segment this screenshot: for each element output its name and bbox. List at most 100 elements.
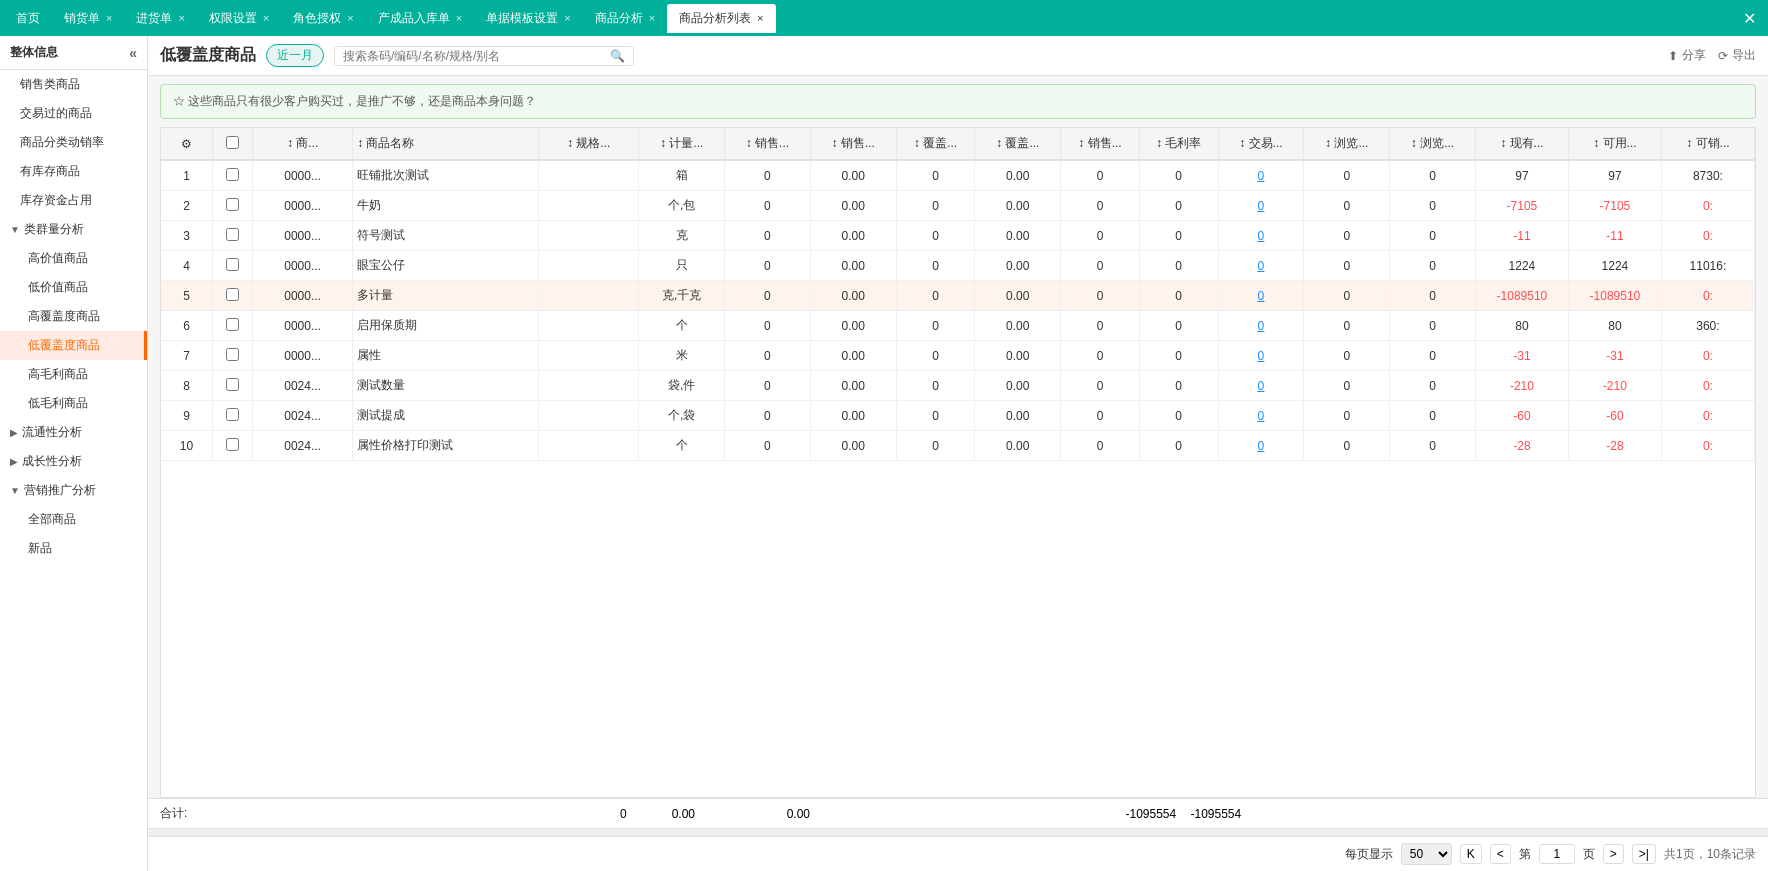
- tab-product-analysis-list-close[interactable]: ×: [757, 12, 763, 24]
- col-header-sales-qty[interactable]: ↕ 销售...: [725, 128, 811, 160]
- row-check[interactable]: [212, 251, 252, 281]
- col-header-sales2[interactable]: ↕ 销售...: [1061, 128, 1140, 160]
- row-check[interactable]: [212, 341, 252, 371]
- col-header-gross[interactable]: ↕ 毛利率: [1139, 128, 1218, 160]
- row-check[interactable]: [212, 160, 252, 191]
- sidebar-item-high-margin[interactable]: 高毛利商品: [0, 360, 147, 389]
- tab-sales-order[interactable]: 销货单 ×: [52, 4, 124, 33]
- tab-finished-goods-close[interactable]: ×: [456, 12, 462, 24]
- tab-template-close[interactable]: ×: [564, 12, 570, 24]
- tab-role-auth[interactable]: 角色授权 ×: [281, 4, 365, 33]
- col-header-trade[interactable]: ↕ 交易...: [1218, 128, 1304, 160]
- tab-permission-close[interactable]: ×: [263, 12, 269, 24]
- col-header-stock1[interactable]: ↕ 现有...: [1475, 128, 1568, 160]
- col-header-cover2[interactable]: ↕ 覆盖...: [975, 128, 1061, 160]
- prev-page-btn[interactable]: <: [1490, 844, 1511, 864]
- sidebar-item-traded-products[interactable]: 交易过的商品: [0, 99, 147, 128]
- export-btn[interactable]: ⟳ 导出: [1718, 47, 1756, 64]
- tab-product-analysis-close[interactable]: ×: [649, 12, 655, 24]
- row-check[interactable]: [212, 221, 252, 251]
- sidebar-item-high-coverage[interactable]: 高覆盖度商品: [0, 302, 147, 331]
- tab-sales-order-close[interactable]: ×: [106, 12, 112, 24]
- tab-role-auth-close[interactable]: ×: [347, 12, 353, 24]
- row-checkbox[interactable]: [226, 198, 239, 211]
- sidebar-item-capital[interactable]: 库存资金占用: [0, 186, 147, 215]
- col-header-unit[interactable]: ↕ 计量...: [639, 128, 725, 160]
- next-page-btn[interactable]: >: [1603, 844, 1624, 864]
- row-trade[interactable]: 0: [1218, 160, 1304, 191]
- first-page-btn[interactable]: K: [1460, 844, 1482, 864]
- page-number-input[interactable]: [1539, 844, 1575, 864]
- row-checkbox[interactable]: [226, 438, 239, 451]
- sidebar-group-marketing[interactable]: ▼ 营销推广分析: [0, 476, 147, 505]
- sidebar-title: 整体信息: [10, 44, 58, 61]
- row-check[interactable]: [212, 281, 252, 311]
- sidebar-collapse-btn[interactable]: «: [129, 45, 137, 61]
- col-header-browse2[interactable]: ↕ 浏览...: [1390, 128, 1476, 160]
- search-input[interactable]: [343, 49, 606, 63]
- sidebar-item-category-rate[interactable]: 商品分类动销率: [0, 128, 147, 157]
- tab-permission[interactable]: 权限设置 ×: [197, 4, 281, 33]
- tab-purchase-order-close[interactable]: ×: [178, 12, 184, 24]
- sidebar-item-low-margin[interactable]: 低毛利商品: [0, 389, 147, 418]
- sidebar-group-growth[interactable]: ▶ 成长性分析: [0, 447, 147, 476]
- sidebar-item-low-value[interactable]: 低价值商品: [0, 273, 147, 302]
- sidebar-item-in-stock[interactable]: 有库存商品: [0, 157, 147, 186]
- row-trade[interactable]: 0: [1218, 221, 1304, 251]
- search-icon[interactable]: 🔍: [610, 49, 625, 63]
- col-header-sellable[interactable]: ↕ 可销...: [1661, 128, 1754, 160]
- row-trade[interactable]: 0: [1218, 251, 1304, 281]
- col-header-settings[interactable]: ⚙: [161, 128, 212, 160]
- sidebar-group-category[interactable]: ▼ 类群量分析: [0, 215, 147, 244]
- tab-finished-goods[interactable]: 产成品入库单 ×: [366, 4, 474, 33]
- row-checkbox[interactable]: [226, 258, 239, 271]
- tab-product-analysis-list[interactable]: 商品分析列表 ×: [667, 4, 775, 33]
- col-header-name[interactable]: ↕ 商品名称: [353, 128, 539, 160]
- row-checkbox[interactable]: [226, 348, 239, 361]
- row-checkbox[interactable]: [226, 288, 239, 301]
- col-header-check[interactable]: [212, 128, 252, 160]
- sidebar-group-flow[interactable]: ▶ 流通性分析: [0, 418, 147, 447]
- row-checkbox[interactable]: [226, 378, 239, 391]
- row-trade[interactable]: 0: [1218, 191, 1304, 221]
- col-header-stock2[interactable]: ↕ 可用...: [1568, 128, 1661, 160]
- sidebar-item-all-products[interactable]: 全部商品: [0, 505, 147, 534]
- tab-product-analysis[interactable]: 商品分析 ×: [583, 4, 667, 33]
- window-close-btn[interactable]: ✕: [1735, 9, 1764, 28]
- tab-home[interactable]: 首页: [4, 4, 52, 33]
- last-page-btn[interactable]: >|: [1632, 844, 1656, 864]
- sidebar-item-new-products[interactable]: 新品: [0, 534, 147, 563]
- col-header-spec[interactable]: ↕ 规格...: [539, 128, 639, 160]
- filter-month-btn[interactable]: 近一月: [266, 44, 324, 67]
- col-header-browse1[interactable]: ↕ 浏览...: [1304, 128, 1390, 160]
- select-all-checkbox[interactable]: [226, 136, 239, 149]
- row-check[interactable]: [212, 371, 252, 401]
- row-check[interactable]: [212, 401, 252, 431]
- row-checkbox[interactable]: [226, 318, 239, 331]
- sidebar-item-sales-products[interactable]: 销售类商品: [0, 70, 147, 99]
- sidebar-item-high-value[interactable]: 高价值商品: [0, 244, 147, 273]
- row-trade[interactable]: 0: [1218, 341, 1304, 371]
- row-sellable: 11016:: [1661, 251, 1754, 281]
- row-checkbox[interactable]: [226, 408, 239, 421]
- row-trade[interactable]: 0: [1218, 371, 1304, 401]
- row-check[interactable]: [212, 431, 252, 461]
- horizontal-scrollbar[interactable]: [148, 828, 1768, 836]
- col-header-sales-amt[interactable]: ↕ 销售...: [810, 128, 896, 160]
- col-header-code[interactable]: ↕ 商...: [253, 128, 353, 160]
- row-checkbox[interactable]: [226, 168, 239, 181]
- row-check[interactable]: [212, 191, 252, 221]
- tab-template[interactable]: 单据模板设置 ×: [474, 4, 582, 33]
- row-check[interactable]: [212, 311, 252, 341]
- share-btn[interactable]: ⬆ 分享: [1668, 47, 1706, 64]
- per-page-select[interactable]: 50 100 200: [1401, 843, 1452, 865]
- sidebar-item-low-coverage[interactable]: 低覆盖度商品: [0, 331, 147, 360]
- col-header-cover1[interactable]: ↕ 覆盖...: [896, 128, 975, 160]
- row-trade[interactable]: 0: [1218, 431, 1304, 461]
- row-trade[interactable]: 0: [1218, 281, 1304, 311]
- tab-purchase-order[interactable]: 进货单 ×: [124, 4, 196, 33]
- table-row: 1 0000... 旺铺批次测试 箱 0 0.00 0 0.00 0 0 0 0…: [161, 160, 1755, 191]
- row-trade[interactable]: 0: [1218, 311, 1304, 341]
- row-checkbox[interactable]: [226, 228, 239, 241]
- row-trade[interactable]: 0: [1218, 401, 1304, 431]
